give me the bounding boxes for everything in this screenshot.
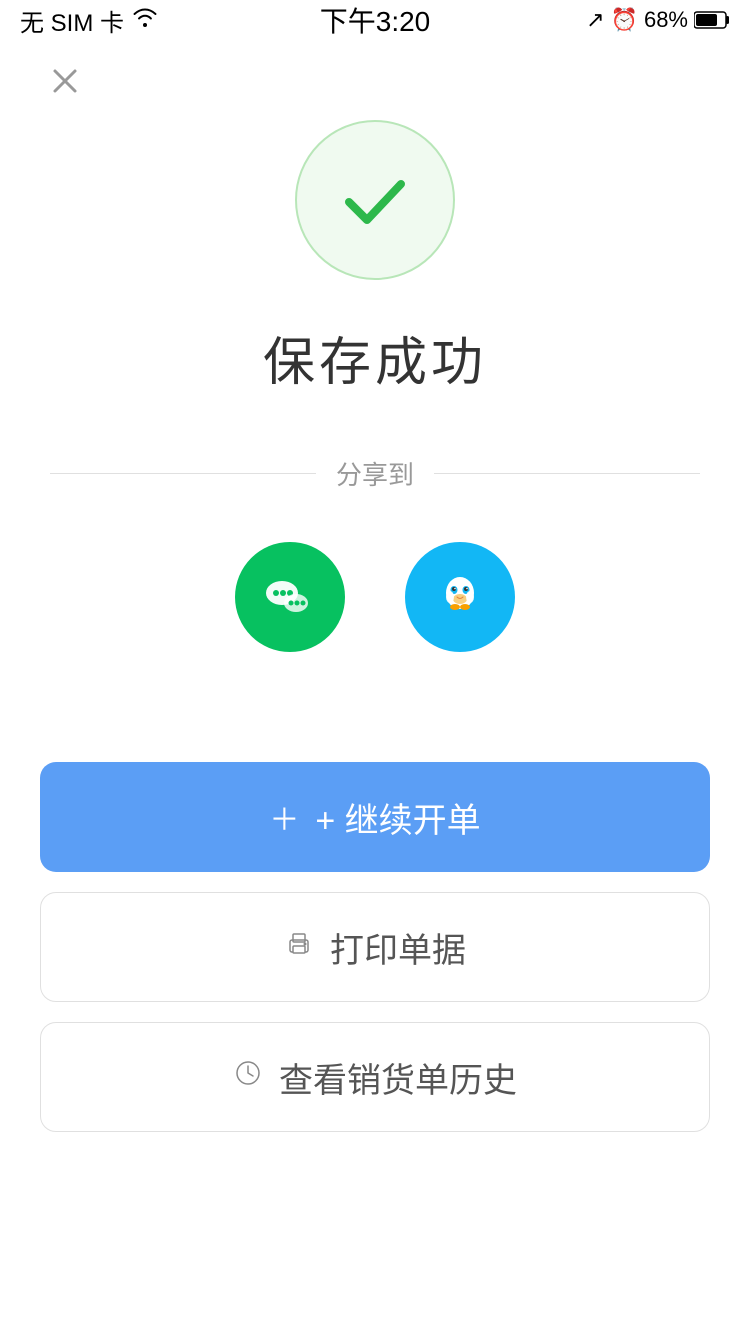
plus-icon: ＋ [269,795,299,839]
history-button[interactable]: 查看销货单历史 [40,1022,710,1132]
share-label: 分享到 [336,455,414,492]
close-button[interactable] [40,56,90,106]
no-sim-text: 无 SIM 卡 [20,3,124,38]
main-content: 保存成功 分享到 [0,40,750,1132]
status-bar: 无 SIM 卡 下午3:20 ↗ ⏰ 68% [0,0,750,40]
wechat-share-button[interactable] [235,542,345,652]
qq-share-button[interactable] [405,542,515,652]
location-icon: ↗ [586,7,604,33]
divider-line-right [434,473,700,474]
buttons-section: ＋ + 继续开单 打印单据 查看销货单历 [0,762,750,1132]
share-icons-row [50,542,700,652]
success-icon-circle [295,120,455,280]
share-divider: 分享到 [50,455,700,492]
status-right: ↗ ⏰ 68% [586,7,730,33]
history-icon [233,1058,263,1096]
success-title: 保存成功 [263,320,487,395]
continue-button-label: + 继续开单 [315,793,480,842]
wifi-icon [132,7,158,33]
print-button-label: 打印单据 [330,923,466,972]
printer-icon [284,928,314,966]
divider-line-left [50,473,316,474]
status-left: 无 SIM 卡 [20,3,158,38]
battery-text: 68% [644,7,688,33]
battery-icon [694,11,730,29]
checkmark-icon [335,160,415,240]
continue-button[interactable]: ＋ + 继续开单 [40,762,710,872]
share-section: 分享到 [0,455,750,672]
history-button-label: 查看销货单历史 [279,1053,517,1102]
print-button[interactable]: 打印单据 [40,892,710,1002]
status-time: 下午3:20 [320,0,431,40]
alarm-icon: ⏰ [611,7,638,33]
